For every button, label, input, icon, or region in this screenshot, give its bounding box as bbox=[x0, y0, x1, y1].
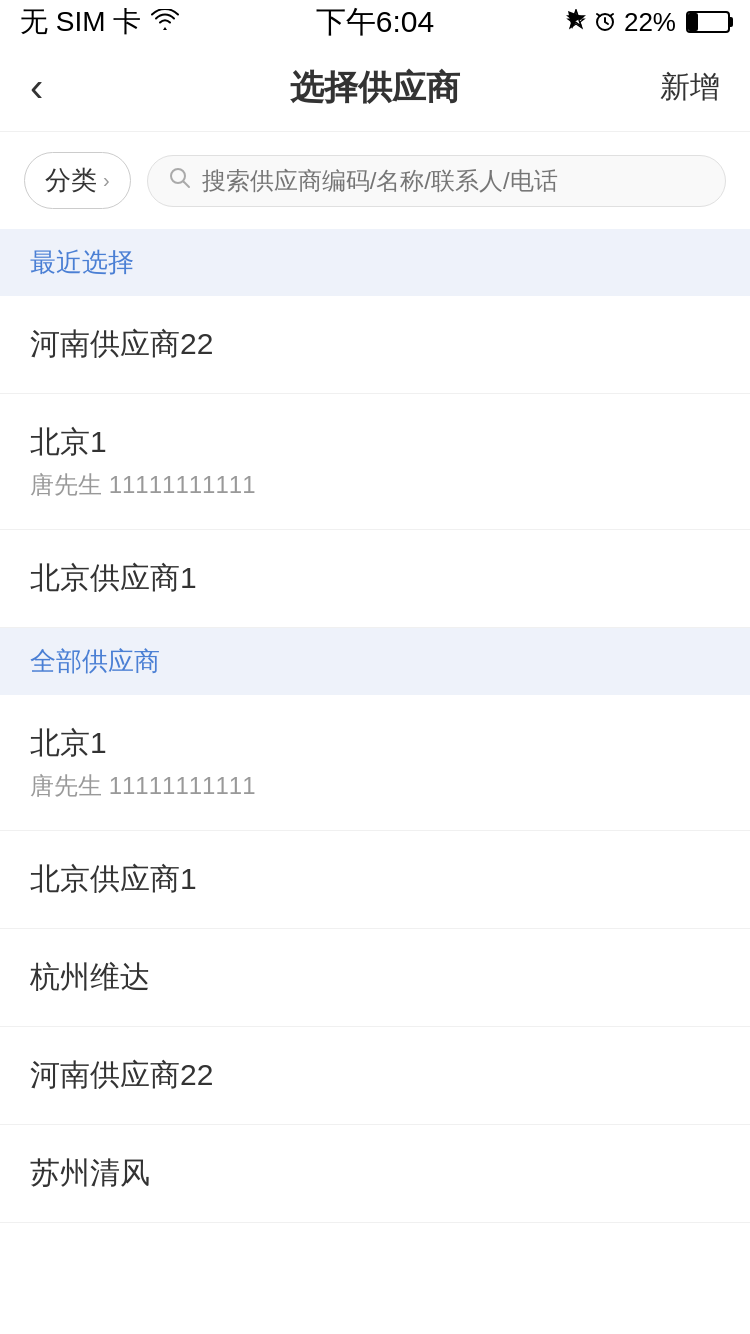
add-button[interactable]: 新增 bbox=[640, 67, 720, 108]
recent-items-list: 河南供应商22 北京1 唐先生 11111111111 北京供应商1 bbox=[0, 296, 750, 628]
list-item[interactable]: 北京供应商1 bbox=[0, 831, 750, 929]
item-sub: 唐先生 11111111111 bbox=[30, 770, 720, 802]
item-name: 苏州清风 bbox=[30, 1153, 720, 1194]
recent-section-header: 最近选择 bbox=[0, 229, 750, 296]
location-icon bbox=[566, 7, 586, 38]
list-item[interactable]: 河南供应商22 bbox=[0, 296, 750, 394]
search-icon bbox=[168, 166, 192, 196]
list-item[interactable]: 杭州维达 bbox=[0, 929, 750, 1027]
wifi-icon bbox=[151, 6, 179, 38]
search-input-wrap[interactable] bbox=[147, 155, 726, 207]
no-sim-text: 无 SIM 卡 bbox=[20, 3, 141, 41]
alarm-icon bbox=[594, 7, 616, 38]
battery-icon bbox=[686, 11, 730, 33]
item-name: 北京供应商1 bbox=[30, 859, 720, 900]
search-bar: 分类 › bbox=[0, 132, 750, 229]
page-title: 选择供应商 bbox=[290, 65, 460, 111]
item-name: 河南供应商22 bbox=[30, 324, 720, 365]
nav-bar: ‹ 选择供应商 新增 bbox=[0, 44, 750, 132]
item-name: 杭州维达 bbox=[30, 957, 720, 998]
back-button[interactable]: ‹ bbox=[30, 65, 110, 110]
item-name: 河南供应商22 bbox=[30, 1055, 720, 1096]
all-items-list: 北京1 唐先生 11111111111 北京供应商1 杭州维达河南供应商22 苏州清风 bbox=[0, 695, 750, 1223]
chevron-right-icon: › bbox=[103, 169, 110, 192]
battery-percent: 22% bbox=[624, 7, 676, 38]
item-name: 北京1 bbox=[30, 422, 720, 463]
all-section-header: 全部供应商 bbox=[0, 628, 750, 695]
list-item[interactable]: 北京1 唐先生 11111111111 bbox=[0, 394, 750, 530]
status-time: 下午6:04 bbox=[316, 2, 434, 43]
list-item[interactable]: 河南供应商22 bbox=[0, 1027, 750, 1125]
category-button[interactable]: 分类 › bbox=[24, 152, 131, 209]
list-item[interactable]: 北京1 唐先生 11111111111 bbox=[0, 695, 750, 831]
search-input[interactable] bbox=[202, 167, 705, 195]
status-left: 无 SIM 卡 bbox=[20, 3, 179, 41]
status-right: 22% bbox=[566, 7, 730, 38]
category-label: 分类 bbox=[45, 163, 97, 198]
item-sub: 唐先生 11111111111 bbox=[30, 469, 720, 501]
list-item[interactable]: 北京供应商1 bbox=[0, 530, 750, 628]
list-item[interactable]: 苏州清风 bbox=[0, 1125, 750, 1223]
status-bar: 无 SIM 卡 下午6:04 22 bbox=[0, 0, 750, 44]
item-name: 北京供应商1 bbox=[30, 558, 720, 599]
item-name: 北京1 bbox=[30, 723, 720, 764]
